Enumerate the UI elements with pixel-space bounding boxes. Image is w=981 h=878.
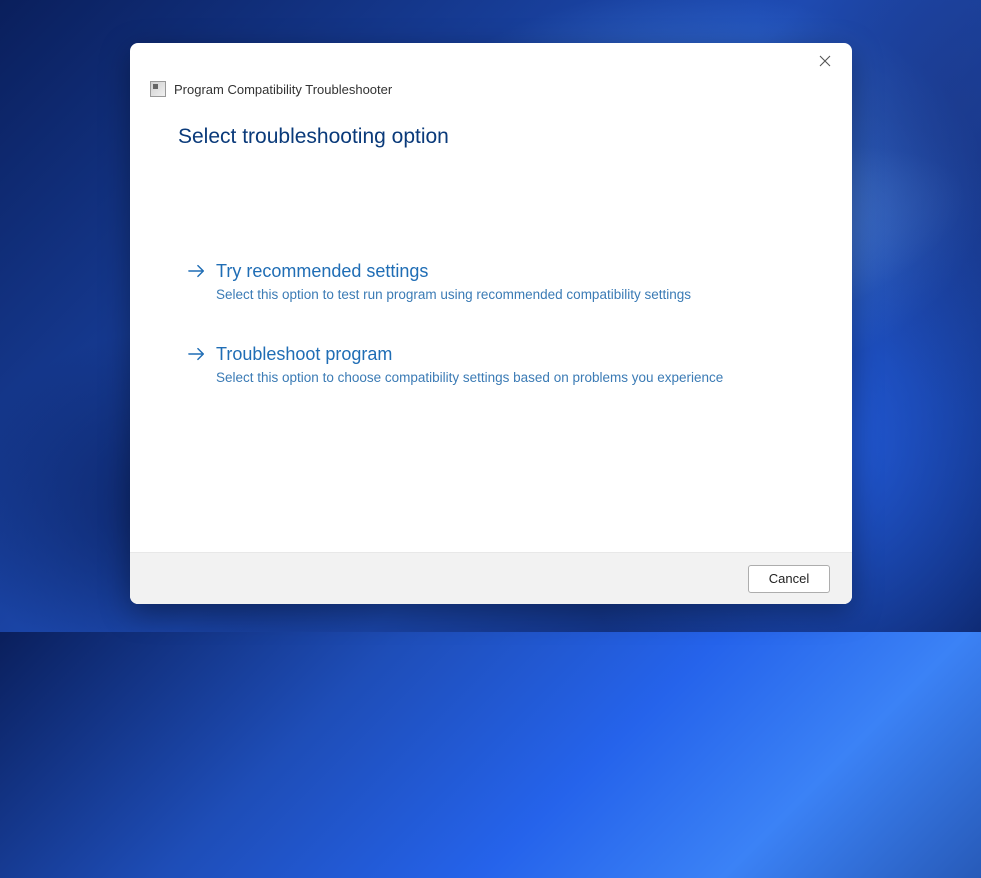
- app-icon: [150, 81, 166, 97]
- option-description: Select this option to choose compatibili…: [216, 368, 804, 388]
- window-title: Program Compatibility Troubleshooter: [174, 82, 392, 97]
- content-area: Select troubleshooting option Try recomm…: [130, 107, 852, 552]
- option-troubleshoot-program[interactable]: Troubleshoot program Select this option …: [188, 342, 804, 389]
- option-title: Try recommended settings: [216, 259, 804, 283]
- arrow-right-icon: [188, 346, 206, 367]
- troubleshooter-dialog: Program Compatibility Troubleshooter Sel…: [130, 43, 852, 604]
- titlebar: [130, 43, 852, 81]
- option-text: Try recommended settings Select this opt…: [216, 259, 804, 306]
- option-title: Troubleshoot program: [216, 342, 804, 366]
- close-icon: [819, 54, 831, 72]
- options-list: Try recommended settings Select this opt…: [178, 259, 804, 388]
- cancel-button[interactable]: Cancel: [748, 565, 830, 593]
- dialog-footer: Cancel: [130, 552, 852, 604]
- close-button[interactable]: [802, 47, 848, 79]
- option-description: Select this option to test run program u…: [216, 285, 804, 305]
- option-text: Troubleshoot program Select this option …: [216, 342, 804, 389]
- page-heading: Select troubleshooting option: [178, 125, 804, 149]
- header-row: Program Compatibility Troubleshooter: [130, 81, 852, 107]
- arrow-right-icon: [188, 263, 206, 284]
- option-try-recommended[interactable]: Try recommended settings Select this opt…: [188, 259, 804, 306]
